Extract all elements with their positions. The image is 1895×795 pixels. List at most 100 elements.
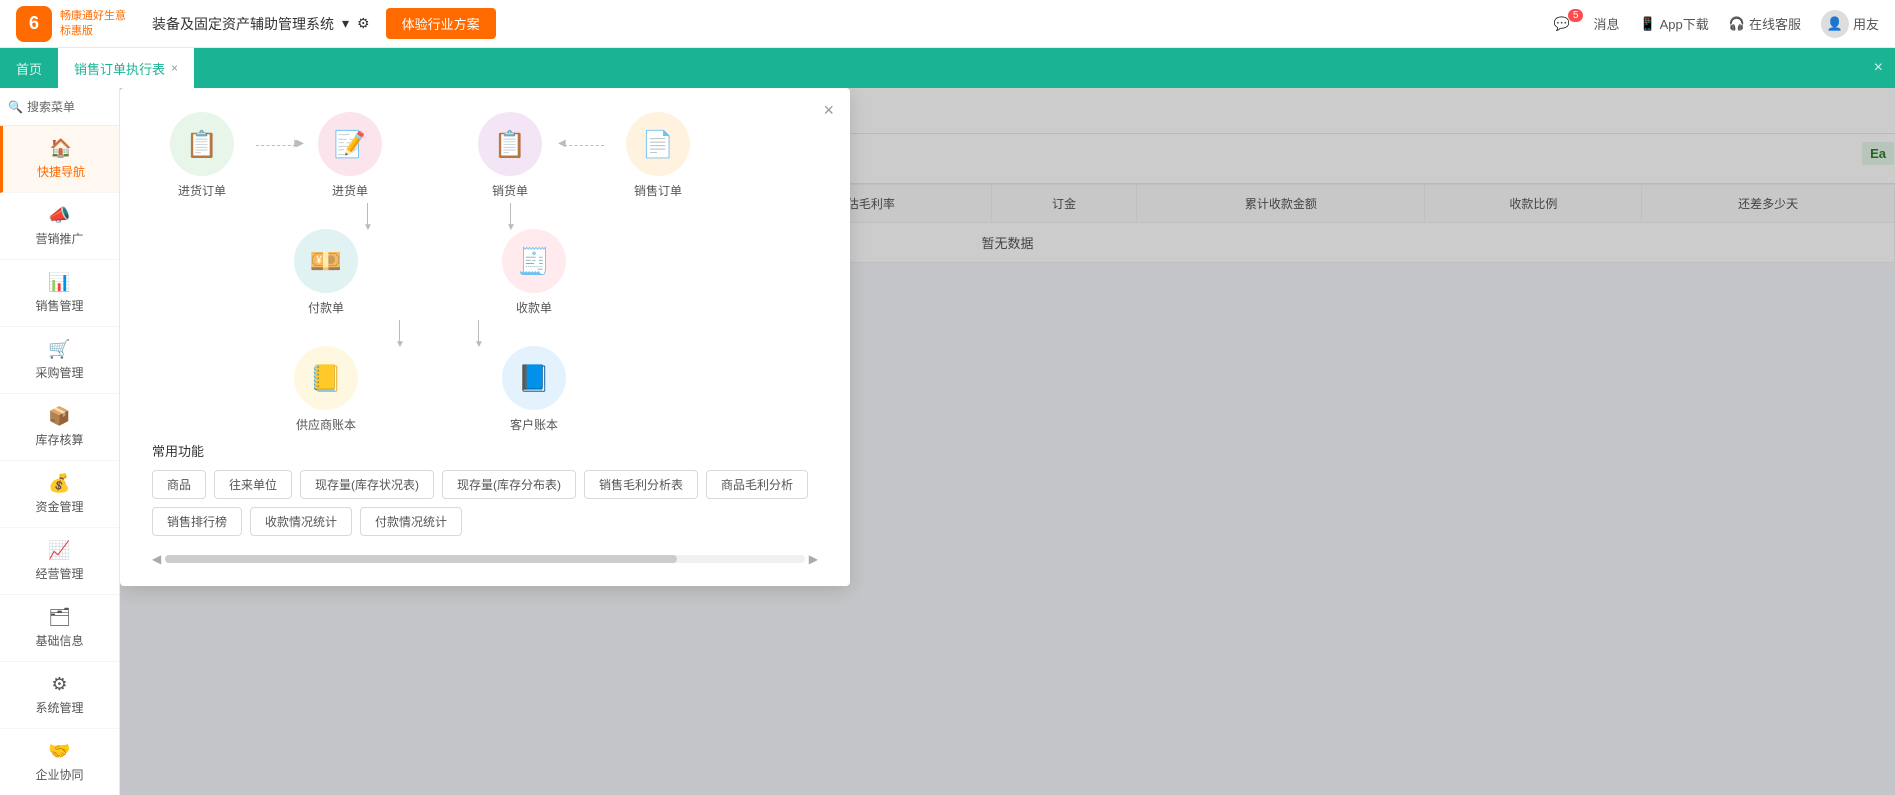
payment-circle: 💴 bbox=[294, 229, 358, 293]
arrow-sales-order-to-bill: ◀ bbox=[560, 145, 608, 166]
experience-btn[interactable]: 体验行业方案 bbox=[386, 8, 496, 39]
content-area: ❓ 帮助 🖨 按模板打印 ▾ ⬆ 导出 🔄 刷新 📅 bbox=[120, 88, 1895, 795]
sales-order-label: 销售订单 bbox=[634, 182, 682, 199]
message-badge: 5 bbox=[1568, 9, 1584, 22]
customer-ledger-circle: 📘 bbox=[502, 346, 566, 410]
brand-text: 畅康通好生意 标惠版 bbox=[60, 9, 126, 38]
scrollbar-track[interactable] bbox=[165, 555, 805, 563]
message-icon: 💬 bbox=[1554, 16, 1570, 32]
flow-node-payment[interactable]: 💴 付款单 bbox=[276, 229, 376, 316]
sidebar-label-quick-nav: 快捷导航 bbox=[37, 163, 85, 180]
func-btn-payment-stat[interactable]: 付款情况统计 bbox=[360, 507, 462, 536]
sales-icon: 📊 bbox=[48, 272, 70, 293]
sidebar-label-system: 系统管理 bbox=[35, 699, 83, 716]
modal-close-btn[interactable]: × bbox=[823, 100, 834, 121]
headset-icon: 🎧 bbox=[1729, 16, 1745, 32]
flow-node-customer-ledger[interactable]: 📘 客户账本 bbox=[484, 346, 584, 433]
sidebar-item-inventory[interactable]: 📦 库存核算 bbox=[0, 394, 119, 461]
func-row-1: 商品 往来单位 现存量(库存状况表) 现存量(库存分布表) 销售毛利分析表 商品… bbox=[152, 470, 818, 499]
purchase-bill-label: 进货单 bbox=[332, 182, 368, 199]
sidebar-label-operations: 经营管理 bbox=[35, 565, 83, 582]
func-btn-sales-rank[interactable]: 销售排行榜 bbox=[152, 507, 242, 536]
func-btn-sales-profit[interactable]: 销售毛利分析表 bbox=[584, 470, 698, 499]
sidebar-label-enterprise: 企业协同 bbox=[35, 766, 83, 783]
modal-box: × 📋 进货订单 ▶ bbox=[120, 88, 850, 586]
sidebar-item-enterprise[interactable]: 🤝 企业协同 bbox=[0, 729, 119, 795]
main-layout: 🔍 搜索菜单 🏠 快捷导航 📣 营销推广 📊 销售管理 🛒 采购管理 📦 库存核… bbox=[0, 88, 1895, 795]
flow-node-sales-order[interactable]: 📄 销售订单 bbox=[608, 112, 708, 199]
sales-order-circle: 📄 bbox=[626, 112, 690, 176]
inventory-icon: 📦 bbox=[48, 406, 70, 427]
sales-bill-label: 销货单 bbox=[492, 182, 528, 199]
tab-home[interactable]: 首页 bbox=[0, 48, 58, 88]
title-dropdown-icon[interactable]: ▾ bbox=[342, 15, 349, 32]
payment-label: 付款单 bbox=[308, 299, 344, 316]
user-label: 用友 bbox=[1853, 14, 1879, 33]
tab-close-all-btn[interactable]: × bbox=[1874, 59, 1883, 77]
func-btn-product[interactable]: 商品 bbox=[152, 470, 206, 499]
scrollbar-thumb bbox=[165, 555, 677, 563]
flow-node-receipt[interactable]: 🧾 收款单 bbox=[484, 229, 584, 316]
enterprise-icon: 🤝 bbox=[48, 741, 70, 762]
sidebar-label-marketing: 营销推广 bbox=[35, 230, 83, 247]
basic-info-icon: 🗂 bbox=[48, 607, 71, 628]
purchase-order-circle: 📋 bbox=[170, 112, 234, 176]
app-download-icon: 📱 bbox=[1639, 16, 1655, 32]
sidebar-label-sales: 销售管理 bbox=[35, 297, 83, 314]
modal-overlay[interactable]: × 📋 进货订单 ▶ bbox=[120, 88, 1895, 795]
func-btn-partner[interactable]: 往来单位 bbox=[214, 470, 292, 499]
sidebar-search-label: 搜索菜单 bbox=[27, 98, 75, 115]
sidebar-item-operations[interactable]: 📈 经营管理 bbox=[0, 528, 119, 595]
func-btn-receipt-stat[interactable]: 收款情况统计 bbox=[250, 507, 352, 536]
tab-sales-order[interactable]: 销售订单执行表 × bbox=[58, 48, 194, 88]
system-icon: ⚙ bbox=[51, 674, 67, 695]
sidebar-item-purchase[interactable]: 🛒 采购管理 bbox=[0, 327, 119, 394]
tab-close-icon[interactable]: × bbox=[171, 61, 178, 75]
sidebar-label-finance: 资金管理 bbox=[35, 498, 83, 515]
sidebar-item-sales[interactable]: 📊 销售管理 bbox=[0, 260, 119, 327]
app-logo-icon: 6 bbox=[16, 6, 52, 42]
func-btn-inventory-status[interactable]: 现存量(库存状况表) bbox=[300, 470, 434, 499]
purchase-bill-circle: 📝 bbox=[318, 112, 382, 176]
func-row-2: 销售排行榜 收款情况统计 付款情况统计 bbox=[152, 507, 818, 536]
header-right: 💬 5 消息 📱 App下载 🎧 在线客服 👤 用友 bbox=[1554, 10, 1879, 38]
flow-node-supplier-ledger[interactable]: 📒 供应商账本 bbox=[276, 346, 376, 433]
sidebar-item-system[interactable]: ⚙ 系统管理 bbox=[0, 662, 119, 729]
system-title-area: 装备及固定资产辅助管理系统 ▾ ⚙ 体验行业方案 bbox=[136, 8, 1554, 39]
system-title-text: 装备及固定资产辅助管理系统 bbox=[152, 14, 334, 34]
search-icon: 🔍 bbox=[8, 100, 23, 114]
common-functions-title: 常用功能 bbox=[152, 441, 818, 460]
user-avatar: 👤 bbox=[1821, 10, 1849, 38]
func-btn-inventory-dist[interactable]: 现存量(库存分布表) bbox=[442, 470, 576, 499]
logo-area: 6 畅康通好生意 标惠版 bbox=[16, 6, 136, 42]
customer-ledger-label: 客户账本 bbox=[510, 416, 558, 433]
func-btn-product-profit[interactable]: 商品毛利分析 bbox=[706, 470, 808, 499]
receipt-circle: 🧾 bbox=[502, 229, 566, 293]
online-service-label: 在线客服 bbox=[1749, 14, 1801, 33]
sidebar-label-basic-info: 基础信息 bbox=[35, 632, 83, 649]
user-menu[interactable]: 👤 用友 bbox=[1821, 10, 1879, 38]
sidebar-item-marketing[interactable]: 📣 营销推广 bbox=[0, 193, 119, 260]
online-service-btn[interactable]: 🎧 在线客服 bbox=[1729, 14, 1801, 33]
sidebar-search-btn[interactable]: 🔍 搜索菜单 bbox=[0, 88, 119, 126]
flow-node-purchase-order[interactable]: 📋 进货订单 bbox=[152, 112, 252, 199]
app-download-btn[interactable]: 📱 App下载 bbox=[1639, 14, 1708, 33]
tab-bar: 首页 销售订单执行表 × × bbox=[0, 48, 1895, 88]
sidebar-label-purchase: 采购管理 bbox=[35, 364, 83, 381]
receipt-label: 收款单 bbox=[516, 299, 552, 316]
system-settings-icon[interactable]: ⚙ bbox=[357, 15, 370, 32]
flow-node-sales-bill[interactable]: 📋 销货单 bbox=[460, 112, 560, 199]
scroll-left-btn[interactable]: ◀ bbox=[152, 552, 161, 566]
sales-bill-circle: 📋 bbox=[478, 112, 542, 176]
operations-icon: 📈 bbox=[48, 540, 70, 561]
flow-node-purchase-bill[interactable]: 📝 进货单 bbox=[300, 112, 400, 199]
modal-scrollbar: ◀ ▶ bbox=[152, 552, 818, 566]
sidebar-label-inventory: 库存核算 bbox=[35, 431, 83, 448]
sidebar: 🔍 搜索菜单 🏠 快捷导航 📣 营销推广 📊 销售管理 🛒 采购管理 📦 库存核… bbox=[0, 88, 120, 795]
finance-icon: 💰 bbox=[48, 473, 70, 494]
scroll-right-btn[interactable]: ▶ bbox=[809, 552, 818, 566]
sidebar-item-finance[interactable]: 💰 资金管理 bbox=[0, 461, 119, 528]
sidebar-item-quick-nav[interactable]: 🏠 快捷导航 bbox=[0, 126, 119, 193]
message-btn[interactable]: 💬 5 消息 bbox=[1554, 14, 1620, 33]
sidebar-item-basic-info[interactable]: 🗂 基础信息 bbox=[0, 595, 119, 662]
